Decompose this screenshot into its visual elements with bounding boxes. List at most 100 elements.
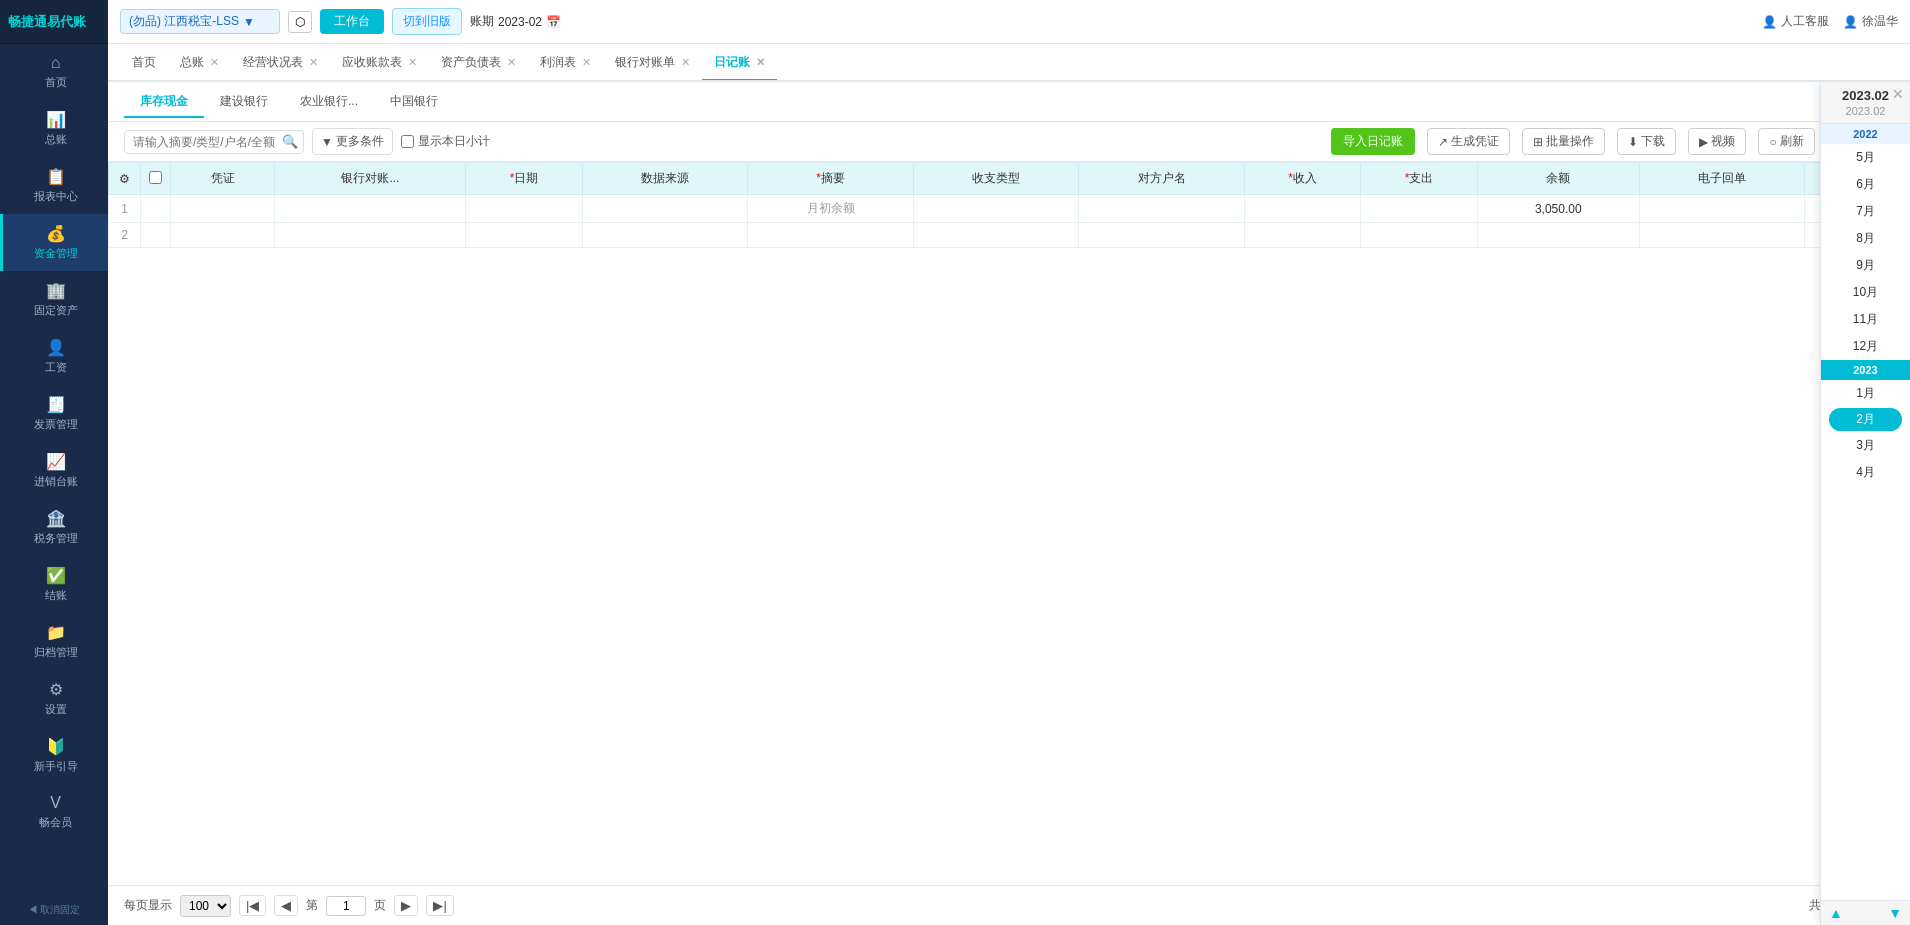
video-btn[interactable]: ▶ 视频 bbox=[1688, 128, 1746, 155]
month-item-10[interactable]: 10月 bbox=[1821, 279, 1910, 306]
tab-balance-sheet[interactable]: 资产负债表 ✕ bbox=[429, 46, 528, 81]
copy-button[interactable]: ⬡ bbox=[288, 11, 312, 33]
month-panel-close-btn[interactable]: ✕ bbox=[1892, 86, 1904, 102]
sub-tab-cash[interactable]: 库存现金 bbox=[124, 87, 204, 118]
sidebar-item-settle[interactable]: ✅ 结账 bbox=[0, 556, 108, 613]
last-page-btn[interactable]: ▶| bbox=[426, 895, 453, 916]
sidebar-item-fund[interactable]: 💰 资金管理 bbox=[0, 214, 108, 271]
sales-icon: 📈 bbox=[46, 452, 66, 471]
sub-tab-ccb[interactable]: 建设银行 bbox=[204, 87, 284, 118]
tab-close-icon[interactable]: ✕ bbox=[681, 56, 690, 69]
month-item-6[interactable]: 6月 bbox=[1821, 171, 1910, 198]
batch-operate-btn[interactable]: ⊞ 批量操作 bbox=[1522, 128, 1605, 155]
month-panel-nav: ▲ ▼ bbox=[1821, 900, 1910, 925]
cell-date bbox=[466, 223, 582, 248]
th-check[interactable] bbox=[141, 163, 171, 195]
show-daily-checkbox[interactable] bbox=[401, 135, 414, 148]
sidebar-item-salary[interactable]: 👤 工资 bbox=[0, 328, 108, 385]
tab-general-ledger[interactable]: 总账 ✕ bbox=[168, 46, 231, 81]
sidebar-item-general-ledger[interactable]: 📊 总账 bbox=[0, 100, 108, 157]
sidebar-item-report-center[interactable]: 📋 报表中心 bbox=[0, 157, 108, 214]
sidebar-item-settings[interactable]: ⚙ 设置 bbox=[0, 670, 108, 727]
th-counterparty: 对方户名 bbox=[1079, 163, 1245, 195]
sidebar-item-fixed-assets[interactable]: 🏢 固定资产 bbox=[0, 271, 108, 328]
sidebar-item-label: 新手引导 bbox=[34, 759, 78, 774]
sidebar-item-member[interactable]: V 畅会员 bbox=[0, 784, 108, 840]
tab-receivable[interactable]: 应收账款表 ✕ bbox=[330, 46, 429, 81]
tab-close-icon[interactable]: ✕ bbox=[507, 56, 516, 69]
th-data-source: 数据来源 bbox=[582, 163, 748, 195]
month-item-5[interactable]: 5月 bbox=[1821, 144, 1910, 171]
video-icon: ▶ bbox=[1699, 135, 1708, 149]
company-selector[interactable]: (勿品) 江西税宝-LSS ▼ bbox=[120, 9, 280, 34]
generate-voucher-btn[interactable]: ↗ 生成凭证 bbox=[1427, 128, 1510, 155]
table-wrap: ⚙ 凭证 银行对账... *日期 数据来源 *摘要 收支类型 对方户名 *收入 … bbox=[108, 162, 1910, 885]
month-item-9[interactable]: 9月 bbox=[1821, 252, 1910, 279]
month-item-8[interactable]: 8月 bbox=[1821, 225, 1910, 252]
avatar-icon: 👤 bbox=[1843, 15, 1858, 29]
sidebar-item-guide[interactable]: 🔰 新手引导 bbox=[0, 727, 108, 784]
year-label-2022[interactable]: 2022 bbox=[1821, 124, 1910, 144]
th-balance: 余额 bbox=[1477, 163, 1639, 195]
month-item-2-active[interactable]: 2月 bbox=[1829, 408, 1902, 431]
cell-e-receipt bbox=[1639, 223, 1805, 248]
th-settings[interactable]: ⚙ bbox=[109, 163, 141, 195]
tab-close-icon[interactable]: ✕ bbox=[756, 56, 765, 69]
sub-tab-bar: 库存现金 建设银行 农业银行... 中国银行 bbox=[108, 82, 1910, 122]
tab-business-status[interactable]: 经营状况表 ✕ bbox=[231, 46, 330, 81]
journal-table: ⚙ 凭证 银行对账... *日期 数据来源 *摘要 收支类型 对方户名 *收入 … bbox=[108, 162, 1910, 248]
tab-close-icon[interactable]: ✕ bbox=[582, 56, 591, 69]
sidebar-unpin[interactable]: ◀ 取消固定 bbox=[0, 895, 108, 925]
cell-voucher bbox=[171, 195, 275, 223]
tab-journal[interactable]: 日记账 ✕ bbox=[702, 46, 777, 81]
switch-old-btn[interactable]: 切到旧版 bbox=[392, 8, 462, 35]
customer-service[interactable]: 👤 人工客服 bbox=[1762, 13, 1829, 30]
sub-tab-label: 建设银行 bbox=[220, 94, 268, 108]
year-label-2023[interactable]: 2023 bbox=[1821, 360, 1910, 380]
month-nav-up-btn[interactable]: ▲ bbox=[1829, 905, 1843, 921]
filter-label: 更多条件 bbox=[336, 133, 384, 150]
user-profile[interactable]: 👤 徐温华 bbox=[1843, 13, 1898, 30]
sidebar-item-archive[interactable]: 📁 归档管理 bbox=[0, 613, 108, 670]
tab-bank-statement[interactable]: 银行对账单 ✕ bbox=[603, 46, 702, 81]
tab-close-icon[interactable]: ✕ bbox=[408, 56, 417, 69]
sidebar-item-tax[interactable]: 🏦 税务管理 bbox=[0, 499, 108, 556]
page-input[interactable] bbox=[326, 896, 366, 916]
tab-profit[interactable]: 利润表 ✕ bbox=[528, 46, 603, 81]
filter-button[interactable]: ▼ 更多条件 bbox=[312, 128, 393, 155]
sidebar-item-invoice[interactable]: 🧾 发票管理 bbox=[0, 385, 108, 442]
month-item-3[interactable]: 3月 bbox=[1821, 432, 1910, 459]
prev-page-btn[interactable]: ◀ bbox=[274, 895, 298, 916]
service-label: 人工客服 bbox=[1781, 13, 1829, 30]
select-all-checkbox[interactable] bbox=[149, 171, 162, 184]
sidebar-item-sales[interactable]: 📈 进销台账 bbox=[0, 442, 108, 499]
search-input[interactable] bbox=[124, 130, 304, 154]
tab-label: 资产负债表 bbox=[441, 54, 501, 71]
next-page-btn[interactable]: ▶ bbox=[394, 895, 418, 916]
per-page-select[interactable]: 100 50 200 bbox=[180, 895, 231, 917]
search-icon: 🔍 bbox=[282, 134, 298, 149]
sub-tab-agri[interactable]: 农业银行... bbox=[284, 87, 374, 118]
month-item-1[interactable]: 1月 bbox=[1821, 380, 1910, 407]
month-item-7[interactable]: 7月 bbox=[1821, 198, 1910, 225]
show-daily-checkbox-wrap[interactable]: 显示本日小计 bbox=[401, 133, 490, 150]
month-item-12[interactable]: 12月 bbox=[1821, 333, 1910, 360]
download-btn[interactable]: ⬇ 下载 bbox=[1617, 128, 1676, 155]
tab-close-icon[interactable]: ✕ bbox=[210, 56, 219, 69]
import-journal-btn[interactable]: 导入日记账 bbox=[1331, 128, 1415, 155]
month-item-4[interactable]: 4月 bbox=[1821, 459, 1910, 486]
sidebar-item-home[interactable]: ⌂ 首页 bbox=[0, 44, 108, 100]
workspace-button[interactable]: 工作台 bbox=[320, 9, 384, 34]
month-item-11[interactable]: 11月 bbox=[1821, 306, 1910, 333]
month-nav-down-btn[interactable]: ▼ bbox=[1888, 905, 1902, 921]
tab-home[interactable]: 首页 bbox=[120, 46, 168, 81]
sub-tab-boc[interactable]: 中国银行 bbox=[374, 87, 454, 118]
first-page-btn[interactable]: |◀ bbox=[239, 895, 266, 916]
salary-icon: 👤 bbox=[46, 338, 66, 357]
period-display: 账期 2023-02 📅 bbox=[470, 13, 561, 30]
calendar-icon[interactable]: 📅 bbox=[546, 15, 561, 29]
tab-close-icon[interactable]: ✕ bbox=[309, 56, 318, 69]
refresh-btn[interactable]: ○ 刷新 bbox=[1758, 128, 1814, 155]
toolbar: 🔍 ▼ 更多条件 显示本日小计 导入日记账 ↗ 生成凭证 ⊞ 批量操作 bbox=[108, 122, 1910, 162]
cell-voucher bbox=[171, 223, 275, 248]
